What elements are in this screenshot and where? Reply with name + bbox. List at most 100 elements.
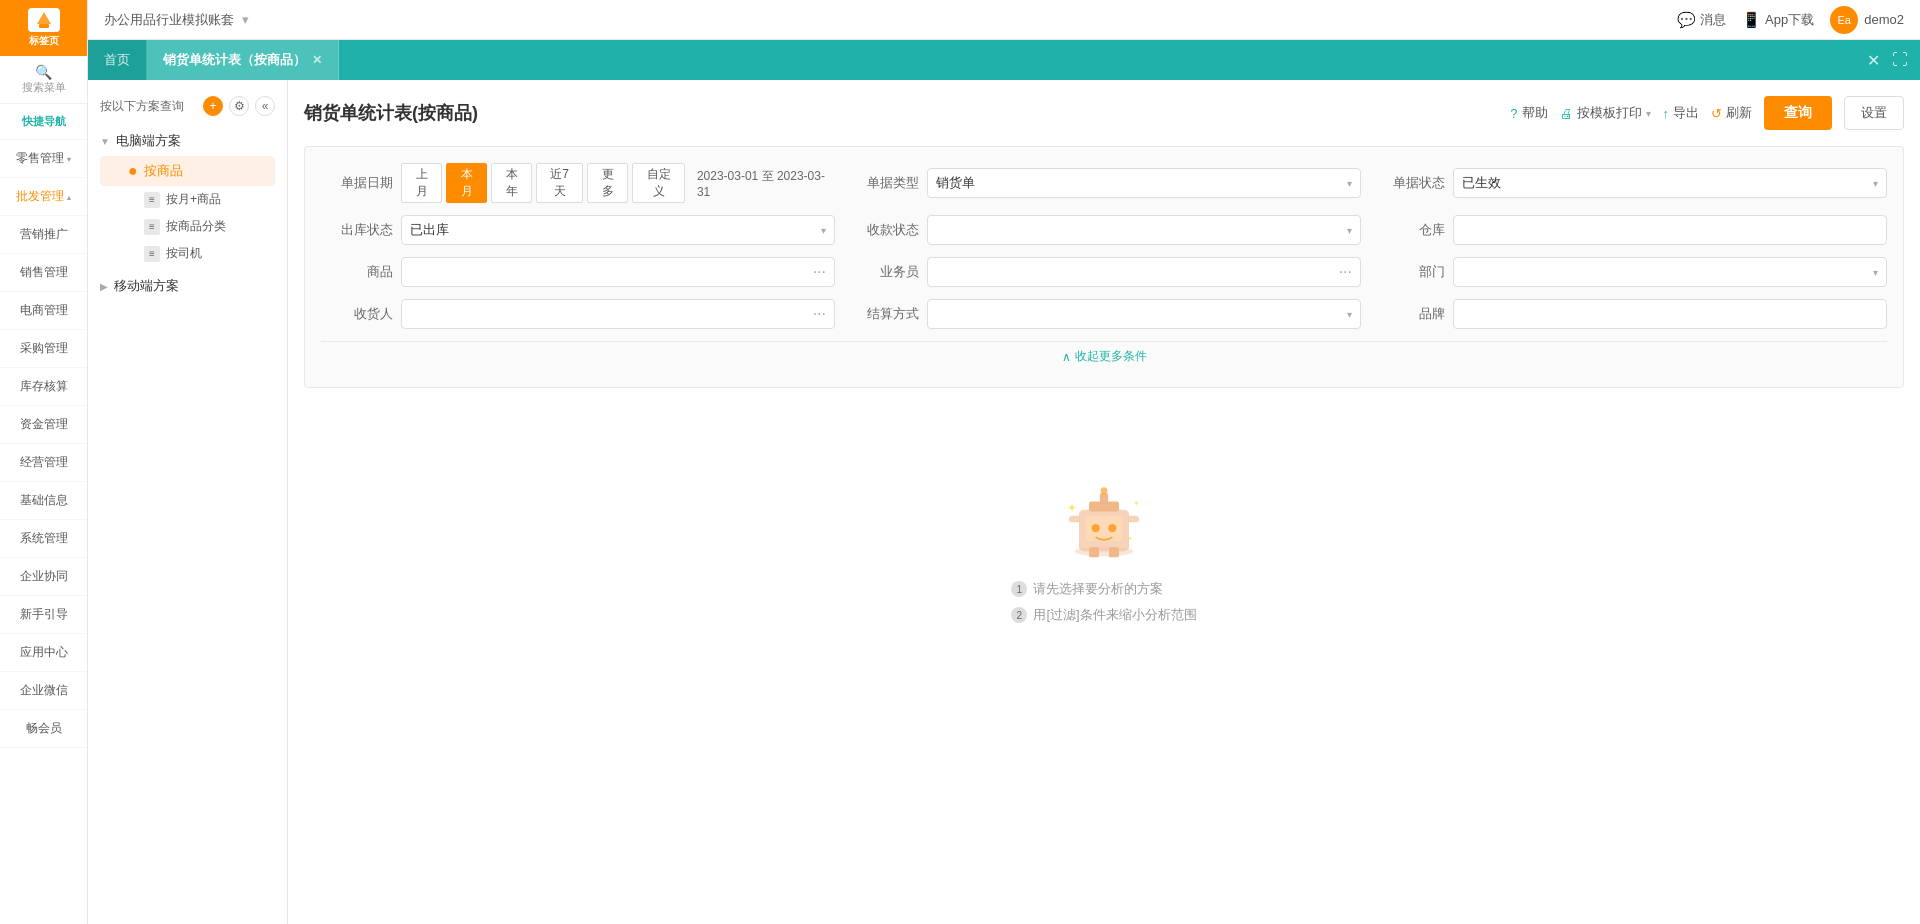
sidebar-item-retail[interactable]: 零售管理 ▾ xyxy=(0,140,87,178)
settings-btn[interactable]: 设置 xyxy=(1844,96,1904,130)
filter-doc-status: 单据状态 已生效 ▾ xyxy=(1373,168,1887,198)
collapse-panel-btn[interactable]: « xyxy=(255,96,275,116)
print-btn[interactable]: 🖨 按模板打印 ▾ xyxy=(1560,104,1651,122)
date-range: 2023-03-01 至 2023-03-31 xyxy=(697,168,835,199)
content-area: 按以下方案查询 + ⚙ « ▼ 电脑端方案 ● 按商品 ≡ 按月+商品 xyxy=(88,80,1920,924)
sidebar-item-wechat[interactable]: 企业微信 xyxy=(0,672,87,710)
tab-maximize-icon[interactable]: ⛶ xyxy=(1888,47,1912,73)
recipient-label: 收货人 xyxy=(321,305,401,323)
chevron-down-icon: ▾ xyxy=(1873,267,1878,278)
dots-icon[interactable]: ··· xyxy=(813,263,826,281)
scheme-settings-btn[interactable]: ⚙ xyxy=(229,96,249,116)
warehouse-select[interactable] xyxy=(1453,215,1887,245)
dropdown-arrow-industry[interactable]: ▾ xyxy=(242,12,249,27)
department-select[interactable]: ▾ xyxy=(1453,257,1887,287)
sidebar-item-enterprise[interactable]: 企业协同 xyxy=(0,558,87,596)
payment-method-select[interactable]: ▾ xyxy=(927,299,1361,329)
doc-type-select[interactable]: 销货单 ▾ xyxy=(927,168,1361,198)
scheme-icon: ≡ xyxy=(144,246,160,262)
filter-receipt-status: 收款状态 ▾ xyxy=(847,215,1361,245)
avatar: Ea xyxy=(1830,6,1858,34)
query-btn[interactable]: 查询 xyxy=(1764,96,1832,130)
svg-rect-11 xyxy=(1089,547,1099,557)
scheme-by-category[interactable]: ≡ 按商品分类 xyxy=(100,213,275,240)
warehouse-out-select[interactable]: 已出库 ▾ xyxy=(401,215,835,245)
left-panel: 按以下方案查询 + ⚙ « ▼ 电脑端方案 ● 按商品 ≡ 按月+商品 xyxy=(88,80,288,924)
last-month-btn[interactable]: 上月 xyxy=(401,163,442,203)
add-scheme-btn[interactable]: + xyxy=(203,96,223,116)
filter-date: 单据日期 上月 本月 本年 近7天 更多 自定义 2023-03-01 至 20… xyxy=(321,163,835,203)
empty-tip-2: 2 用[过滤]条件来缩小分析范围 xyxy=(1011,606,1196,624)
sidebar-item-wholesale[interactable]: 批发管理 ▴ xyxy=(0,178,87,216)
user-profile[interactable]: Ea demo2 xyxy=(1830,6,1904,34)
sidebar-item-sales[interactable]: 销售管理 xyxy=(0,254,87,292)
svg-rect-10 xyxy=(1127,516,1139,523)
tab-bar-actions: ✕ ⛶ xyxy=(1863,47,1920,74)
industry-name: 办公用品行业模拟账套 xyxy=(104,11,234,29)
more-date-btn[interactable]: 更多 xyxy=(587,163,628,203)
sidebar-item-newbie[interactable]: 新手引导 xyxy=(0,596,87,634)
sidebar-item-basic[interactable]: 基础信息 xyxy=(0,482,87,520)
sidebar-item-quick-nav[interactable]: 快捷导航 xyxy=(0,104,87,140)
filter-row-4: 收货人 ··· 结算方式 ▾ 品牌 xyxy=(321,299,1887,329)
filter-row-1: 单据日期 上月 本月 本年 近7天 更多 自定义 2023-03-01 至 20… xyxy=(321,163,1887,203)
salesperson-select[interactable]: ··· xyxy=(927,257,1361,287)
tab-sales-stats[interactable]: 销货单统计表（按商品） ✕ xyxy=(147,40,339,80)
chevron-down-icon: ▾ xyxy=(821,225,826,236)
product-select[interactable]: ··· xyxy=(401,257,835,287)
dots-icon[interactable]: ··· xyxy=(813,305,826,323)
mobile-scheme-header[interactable]: ▶ 移动端方案 xyxy=(100,271,275,301)
mobile-scheme-section: ▶ 移动端方案 xyxy=(88,269,287,303)
date-buttons: 上月 本月 本年 近7天 更多 自定义 xyxy=(401,163,685,203)
filter-brand: 品牌 xyxy=(1373,299,1887,329)
help-btn[interactable]: ? 帮助 xyxy=(1510,104,1547,122)
svg-point-8 xyxy=(1101,487,1108,494)
collapse-filters-btn[interactable]: ∧ 收起更多条件 xyxy=(321,341,1887,371)
search-menu[interactable]: 🔍 搜索菜单 xyxy=(0,56,87,104)
sidebar-item-operations[interactable]: 经营管理 xyxy=(0,444,87,482)
download-icon: 📱 xyxy=(1742,11,1761,29)
chevron-down-icon: ▾ xyxy=(1347,178,1352,189)
receipt-status-select[interactable]: ▾ xyxy=(927,215,1361,245)
chevron-icon: ▾ xyxy=(67,155,71,164)
sidebar-item-inventory[interactable]: 库存核算 xyxy=(0,368,87,406)
scheme-by-month-product[interactable]: ≡ 按月+商品 xyxy=(100,186,275,213)
sidebar-item-purchase[interactable]: 采购管理 xyxy=(0,330,87,368)
pc-scheme-header[interactable]: ▼ 电脑端方案 xyxy=(100,126,275,156)
export-btn[interactable]: ↑ 导出 xyxy=(1663,104,1700,122)
sidebar-item-finance[interactable]: 资金管理 xyxy=(0,406,87,444)
filter-salesperson: 业务员 ··· xyxy=(847,257,1361,287)
app-download-btn[interactable]: 📱 App下载 xyxy=(1742,11,1814,29)
sidebar-item-system[interactable]: 系统管理 xyxy=(0,520,87,558)
dots-icon[interactable]: ··· xyxy=(1339,263,1352,281)
message-btn[interactable]: 💬 消息 xyxy=(1677,11,1726,29)
scheme-by-cashier[interactable]: ≡ 按司机 xyxy=(100,240,275,267)
refresh-btn[interactable]: ↺ 刷新 xyxy=(1711,104,1752,122)
sidebar-item-marketing[interactable]: 营销推广 xyxy=(0,216,87,254)
warehouse-out-label: 出库状态 xyxy=(321,221,401,239)
header-right: 💬 消息 📱 App下载 Ea demo2 xyxy=(1677,6,1904,34)
payment-method-label: 结算方式 xyxy=(847,305,927,323)
this-month-btn[interactable]: 本月 xyxy=(446,163,487,203)
svg-text:✦: ✦ xyxy=(1133,498,1140,508)
this-year-btn[interactable]: 本年 xyxy=(491,163,532,203)
last-7-days-btn[interactable]: 近7天 xyxy=(536,163,583,203)
print-dropdown-icon[interactable]: ▾ xyxy=(1646,108,1651,119)
svg-point-5 xyxy=(1108,524,1116,532)
recipient-select[interactable]: ··· xyxy=(401,299,835,329)
brand-select[interactable] xyxy=(1453,299,1887,329)
sidebar-item-apps[interactable]: 应用中心 xyxy=(0,634,87,672)
doc-status-select[interactable]: 已生效 ▾ xyxy=(1453,168,1887,198)
tab-close-icon[interactable]: ✕ xyxy=(312,53,322,67)
svg-rect-12 xyxy=(1109,547,1119,557)
sidebar-item-ecommerce[interactable]: 电商管理 xyxy=(0,292,87,330)
tab-close-window-icon[interactable]: ✕ xyxy=(1863,47,1884,74)
filter-product: 商品 ··· xyxy=(321,257,835,287)
scheme-by-product[interactable]: ● 按商品 xyxy=(100,156,275,186)
export-icon: ↑ xyxy=(1663,106,1670,121)
tab-home[interactable]: 首页 xyxy=(88,40,147,80)
svg-rect-3 xyxy=(1086,516,1123,541)
sidebar-item-member[interactable]: 畅会员 xyxy=(0,710,87,748)
sidebar: 标签页 🔍 搜索菜单 快捷导航 零售管理 ▾ 批发管理 ▴ 营销推广 销售管理 … xyxy=(0,0,88,924)
custom-date-btn[interactable]: 自定义 xyxy=(632,163,685,203)
